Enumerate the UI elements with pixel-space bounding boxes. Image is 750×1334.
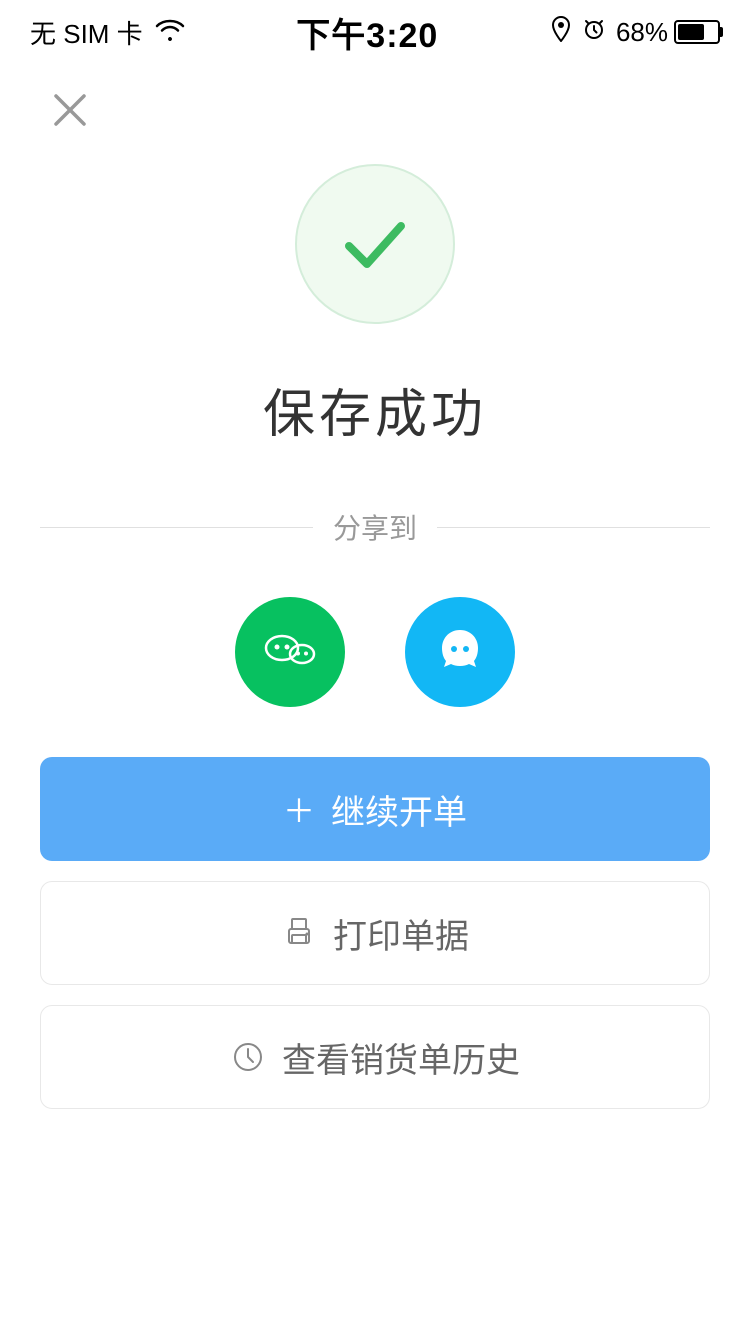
qq-icon xyxy=(430,622,490,682)
status-time: 下午3:20 xyxy=(296,8,438,57)
location-icon xyxy=(550,16,572,49)
share-label: 分享到 xyxy=(333,507,417,547)
clock-icon xyxy=(230,1039,266,1075)
battery-box xyxy=(674,20,720,44)
divider-line-right xyxy=(437,527,710,528)
printer-icon xyxy=(281,915,317,951)
print-label: 打印单据 xyxy=(333,909,469,958)
divider-line-left xyxy=(40,527,313,528)
checkmark-icon xyxy=(335,204,415,284)
continue-label: 继续开单 xyxy=(331,785,467,834)
battery-fill xyxy=(678,24,704,40)
continue-button[interactable]: ＋ 继续开单 xyxy=(40,757,710,861)
battery-indicator: 68% xyxy=(616,17,720,48)
status-bar: 无 SIM 卡 下午3:20 68% xyxy=(0,0,750,64)
qq-share-button[interactable] xyxy=(405,597,515,707)
alarm-icon xyxy=(582,17,606,48)
share-section: 分享到 xyxy=(0,507,750,707)
main-content: 保存成功 分享到 xyxy=(0,64,750,1109)
status-left: 无 SIM 卡 xyxy=(30,14,185,51)
carrier-label: 无 SIM 卡 xyxy=(30,14,143,51)
wechat-icon xyxy=(258,620,322,684)
share-divider: 分享到 xyxy=(40,507,710,547)
print-button[interactable]: 打印单据 xyxy=(40,881,710,985)
plus-icon: ＋ xyxy=(283,786,315,832)
success-title: 保存成功 xyxy=(263,372,487,447)
wechat-share-button[interactable] xyxy=(235,597,345,707)
history-label: 查看销货单历史 xyxy=(282,1033,520,1082)
share-icons xyxy=(40,597,710,707)
battery-percent: 68% xyxy=(616,17,668,48)
wifi-icon xyxy=(155,17,185,48)
history-button[interactable]: 查看销货单历史 xyxy=(40,1005,710,1109)
action-buttons: ＋ 继续开单 打印单据 查看销货单历史 xyxy=(0,757,750,1109)
success-circle xyxy=(295,164,455,324)
close-button[interactable] xyxy=(40,80,100,140)
status-right: 68% xyxy=(550,16,720,49)
